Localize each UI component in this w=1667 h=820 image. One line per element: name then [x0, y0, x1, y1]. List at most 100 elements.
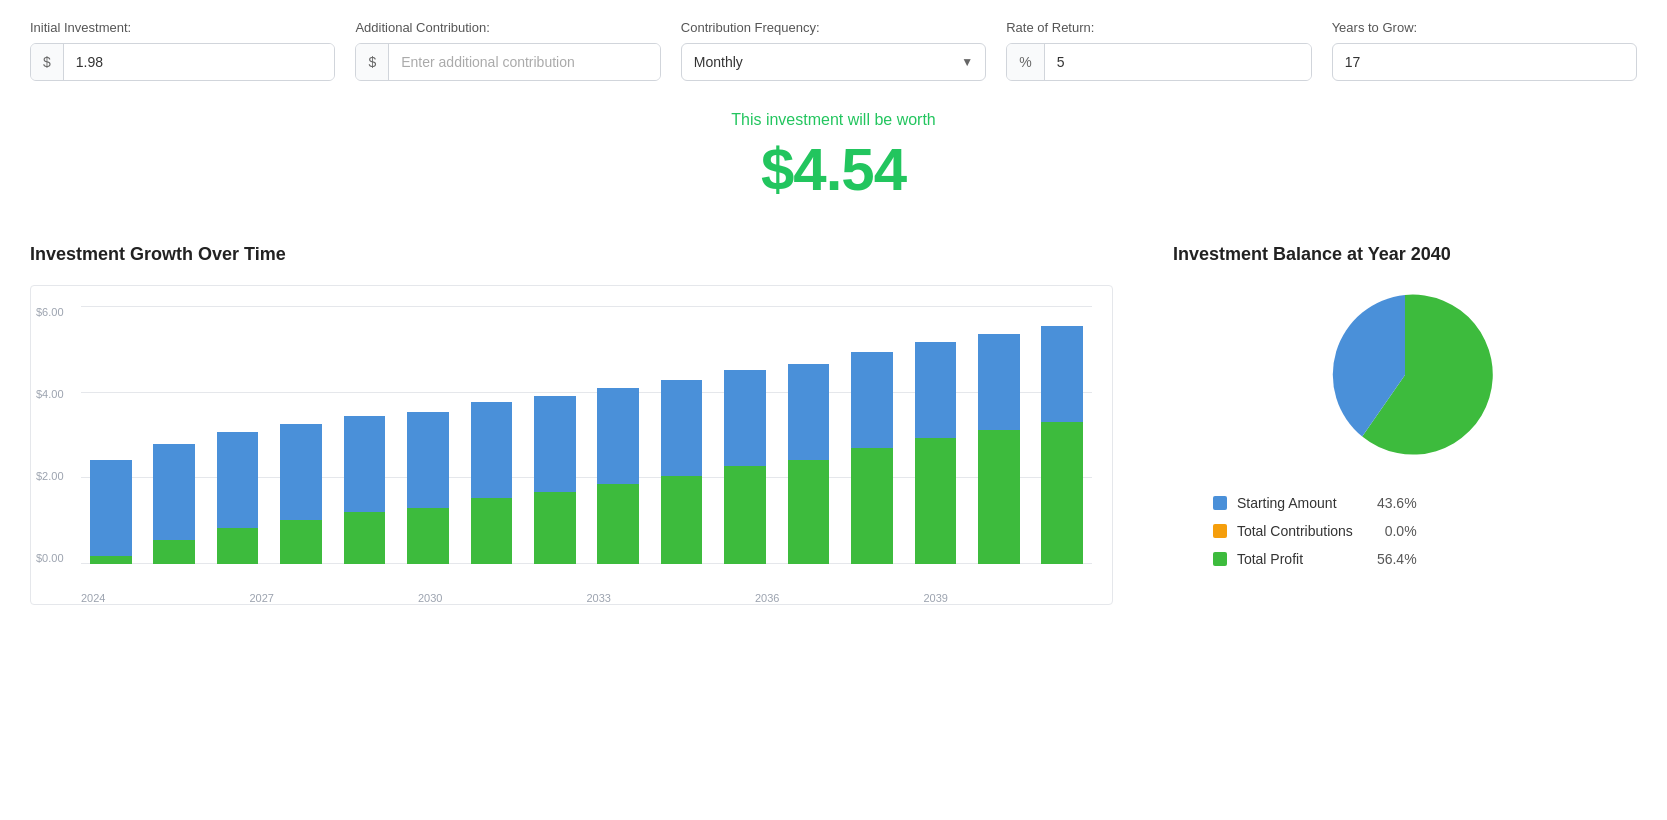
y-label-6: $6.00	[36, 306, 64, 318]
bar-group	[779, 306, 838, 564]
result-section: This investment will be worth $4.54	[30, 111, 1637, 204]
pie-wrapper: Starting Amount 43.6% Total Contribution…	[1173, 285, 1637, 567]
additional-contribution-prefix: $	[356, 44, 389, 80]
initial-investment-input[interactable]	[64, 44, 335, 80]
legend-dot-starting	[1213, 496, 1227, 510]
rate-of-return-prefix: %	[1007, 44, 1044, 80]
bar-segment-starting	[661, 380, 703, 476]
bar-stack	[661, 380, 703, 564]
bar-segment-starting	[915, 342, 957, 438]
legend-label-contributions: Total Contributions	[1237, 523, 1375, 539]
bar-segment-starting	[471, 402, 513, 498]
bar-stack	[407, 412, 449, 564]
bar-stack	[471, 402, 513, 564]
bar-stack	[153, 444, 195, 564]
legend-dot-contributions	[1213, 524, 1227, 538]
bar-stack	[788, 364, 830, 564]
legend-item-profit: Total Profit 56.4%	[1213, 551, 1417, 567]
rate-of-return-input[interactable]	[1045, 44, 1311, 80]
bar-group	[271, 306, 330, 564]
additional-contribution-input[interactable]	[389, 44, 660, 80]
contribution-frequency-label: Contribution Frequency:	[681, 20, 986, 35]
y-label-2: $2.00	[36, 470, 64, 482]
pie-chart-title: Investment Balance at Year 2040	[1173, 244, 1637, 265]
result-label: This investment will be worth	[30, 111, 1637, 129]
legend-label-profit: Total Profit	[1237, 551, 1367, 567]
bar-segment-profit	[153, 540, 195, 564]
inputs-row: Initial Investment: $ Additional Contrib…	[30, 20, 1637, 81]
bar-segment-starting	[1041, 326, 1083, 422]
bars-area	[81, 306, 1092, 564]
initial-investment-field-wrapper: $	[30, 43, 335, 81]
x-label: 2036	[755, 592, 839, 604]
legend-label-starting: Starting Amount	[1237, 495, 1367, 511]
bar-group	[525, 306, 584, 564]
x-label: 2030	[418, 592, 502, 604]
initial-investment-prefix: $	[31, 44, 64, 80]
charts-row: Investment Growth Over Time $6.00 $4.00 …	[30, 244, 1637, 605]
bar-segment-profit	[344, 512, 386, 564]
bar-group	[398, 306, 457, 564]
bar-segment-profit	[407, 508, 449, 564]
y-axis-labels: $6.00 $4.00 $2.00 $0.00	[36, 306, 64, 564]
bar-segment-profit	[471, 498, 513, 564]
bar-segment-starting	[724, 370, 766, 466]
bar-segment-profit	[90, 556, 132, 564]
bar-group	[144, 306, 203, 564]
y-label-0: $0.00	[36, 552, 64, 564]
bar-segment-starting	[788, 364, 830, 460]
bar-stack	[90, 460, 132, 564]
bar-group	[1033, 306, 1092, 564]
bar-stack	[978, 334, 1020, 564]
additional-contribution-label: Additional Contribution:	[355, 20, 660, 35]
rate-of-return-label: Rate of Return:	[1006, 20, 1311, 35]
pie-chart-svg	[1315, 285, 1495, 465]
years-to-grow-group: Years to Grow:	[1332, 20, 1637, 81]
bar-group	[335, 306, 394, 564]
bar-segment-starting	[407, 412, 449, 508]
bar-segment-starting	[534, 396, 576, 492]
x-label: 2027	[250, 592, 334, 604]
result-value: $4.54	[30, 135, 1637, 204]
additional-contribution-field-wrapper: $	[355, 43, 660, 81]
initial-investment-label: Initial Investment:	[30, 20, 335, 35]
legend-item-contributions: Total Contributions 0.0%	[1213, 523, 1417, 539]
bar-segment-starting	[344, 416, 386, 512]
bar-segment-starting	[978, 334, 1020, 430]
x-label: 2024	[81, 592, 165, 604]
bar-stack	[1041, 326, 1083, 564]
bar-group	[589, 306, 648, 564]
legend-pct-contributions: 0.0%	[1385, 523, 1417, 539]
pie-legend: Starting Amount 43.6% Total Contribution…	[1213, 495, 1417, 567]
bar-segment-starting	[90, 460, 132, 556]
years-to-grow-input[interactable]	[1332, 43, 1637, 81]
bar-segment-profit	[915, 438, 957, 564]
bar-group	[652, 306, 711, 564]
contribution-frequency-group: Contribution Frequency: Monthly Weekly A…	[681, 20, 986, 81]
years-to-grow-label: Years to Grow:	[1332, 20, 1637, 35]
bar-segment-starting	[597, 388, 639, 484]
bar-segment-starting	[153, 444, 195, 540]
contribution-frequency-select-wrapper: Monthly Weekly Annually Daily ▼	[681, 43, 986, 81]
bar-stack	[280, 424, 322, 564]
bar-segment-profit	[217, 528, 259, 564]
bar-stack	[534, 396, 576, 564]
bar-segment-starting	[851, 352, 893, 448]
bar-segment-profit	[1041, 422, 1083, 564]
bar-segment-starting	[217, 432, 259, 528]
bar-group	[969, 306, 1028, 564]
bar-stack	[851, 352, 893, 564]
bar-segment-profit	[978, 430, 1020, 564]
bar-stack	[344, 416, 386, 564]
rate-of-return-field-wrapper: %	[1006, 43, 1311, 81]
bar-group	[81, 306, 140, 564]
bar-chart-title: Investment Growth Over Time	[30, 244, 1113, 265]
contribution-frequency-select[interactable]: Monthly Weekly Annually Daily	[682, 44, 985, 80]
bar-segment-profit	[851, 448, 893, 564]
additional-contribution-group: Additional Contribution: $	[355, 20, 660, 81]
bar-stack	[915, 342, 957, 564]
bar-stack	[724, 370, 766, 564]
bar-segment-profit	[661, 476, 703, 564]
x-labels: 202420272030203320362039	[81, 569, 1092, 604]
legend-item-starting: Starting Amount 43.6%	[1213, 495, 1417, 511]
